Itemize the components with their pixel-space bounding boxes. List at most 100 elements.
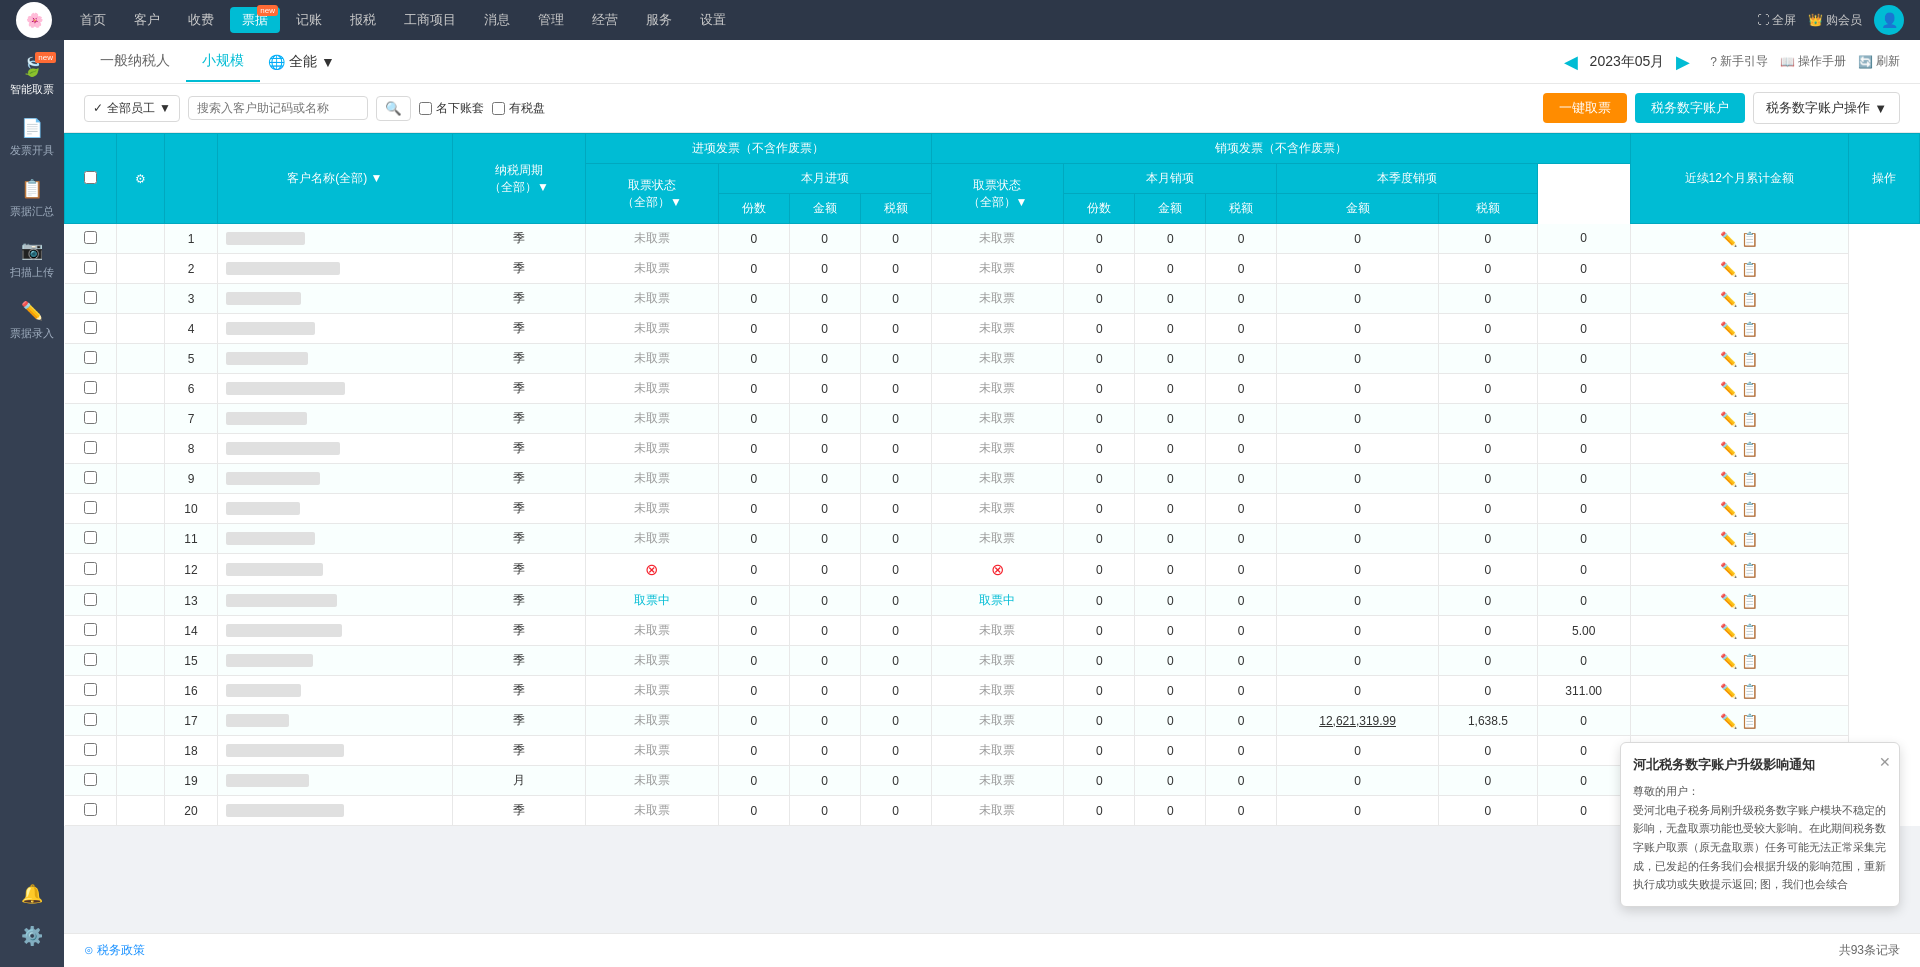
tab-small-scale[interactable]: 小规模 xyxy=(186,42,260,82)
tax-digital-account-button[interactable]: 税务数字账户 xyxy=(1635,93,1745,123)
tab-all[interactable]: 🌐 全能 ▼ xyxy=(260,49,343,75)
row-checkbox[interactable] xyxy=(84,231,97,244)
edit-icon[interactable]: ✏️ xyxy=(1720,531,1737,547)
row-checkbox[interactable] xyxy=(84,471,97,484)
nav-service[interactable]: 服务 xyxy=(634,7,684,33)
copy-icon[interactable]: 📋 xyxy=(1741,593,1758,609)
th-client-name[interactable]: 客户名称(全部) ▼ xyxy=(217,134,452,224)
notification-close-button[interactable]: ✕ xyxy=(1879,751,1891,773)
edit-icon[interactable]: ✏️ xyxy=(1720,381,1737,397)
edit-icon[interactable]: ✏️ xyxy=(1720,411,1737,427)
has-tax-disk-checkbox[interactable] xyxy=(492,102,505,115)
nav-home[interactable]: 首页 xyxy=(68,7,118,33)
period-next-button[interactable]: ▶ xyxy=(1676,51,1690,73)
copy-icon[interactable]: 📋 xyxy=(1741,411,1758,427)
checkbox-has-tax-disk[interactable]: 有税盘 xyxy=(492,100,545,117)
nav-invoice[interactable]: 票据 new xyxy=(230,7,280,33)
sidebar-item-settings[interactable]: ⚙️ xyxy=(4,917,60,955)
edit-icon[interactable]: ✏️ xyxy=(1720,471,1737,487)
copy-icon[interactable]: 📋 xyxy=(1741,531,1758,547)
employee-select[interactable]: ✓ 全部员工 ▼ xyxy=(84,95,180,122)
nav-operation[interactable]: 经营 xyxy=(580,7,630,33)
row-checkbox[interactable] xyxy=(84,803,97,816)
nav-fee[interactable]: 收费 xyxy=(176,7,226,33)
sidebar-item-invoice-summary[interactable]: 📋 票据汇总 xyxy=(4,170,60,227)
tax-digital-account-ops-button[interactable]: 税务数字账户操作 ▼ xyxy=(1753,92,1900,124)
sidebar-item-notification[interactable]: 🔔 xyxy=(4,875,60,913)
row-checkbox[interactable] xyxy=(84,593,97,606)
row-checkbox[interactable] xyxy=(84,381,97,394)
subordinate-accounts-checkbox[interactable] xyxy=(419,102,432,115)
nav-manage[interactable]: 管理 xyxy=(526,7,576,33)
edit-icon[interactable]: ✏️ xyxy=(1720,291,1737,307)
membership-button[interactable]: 👑 购会员 xyxy=(1808,12,1862,29)
row-checkbox[interactable] xyxy=(84,773,97,786)
row-checkbox[interactable] xyxy=(84,562,97,575)
copy-icon[interactable]: 📋 xyxy=(1741,501,1758,517)
nav-message[interactable]: 消息 xyxy=(472,7,522,33)
row-checkbox[interactable] xyxy=(84,623,97,636)
edit-icon[interactable]: ✏️ xyxy=(1720,261,1737,277)
row-checkbox[interactable] xyxy=(84,743,97,756)
row-checkbox[interactable] xyxy=(84,653,97,666)
nav-tax[interactable]: 报税 xyxy=(338,7,388,33)
copy-icon[interactable]: 📋 xyxy=(1741,713,1758,729)
nav-settings[interactable]: 设置 xyxy=(688,7,738,33)
manual-button[interactable]: 📖 操作手册 xyxy=(1780,53,1846,70)
edit-icon[interactable]: ✏️ xyxy=(1720,683,1737,699)
edit-icon[interactable]: ✏️ xyxy=(1720,713,1737,729)
copy-icon[interactable]: 📋 xyxy=(1741,321,1758,337)
copy-icon[interactable]: 📋 xyxy=(1741,562,1758,578)
search-input[interactable] xyxy=(188,96,368,120)
copy-icon[interactable]: 📋 xyxy=(1741,261,1758,277)
edit-icon[interactable]: ✏️ xyxy=(1720,351,1737,367)
copy-icon[interactable]: 📋 xyxy=(1741,623,1758,639)
one-click-ticket-button[interactable]: 一键取票 xyxy=(1543,93,1627,123)
nav-business[interactable]: 工商项目 xyxy=(392,7,468,33)
copy-icon[interactable]: 📋 xyxy=(1741,471,1758,487)
nav-client[interactable]: 客户 xyxy=(122,7,172,33)
sidebar-item-smart-ticket[interactable]: 🍃 智能取票 new xyxy=(4,48,60,105)
search-button[interactable]: 🔍 xyxy=(376,96,411,121)
row-checkbox[interactable] xyxy=(84,441,97,454)
sidebar-item-scan-upload[interactable]: 📷 扫描上传 xyxy=(4,231,60,288)
row-checkbox[interactable] xyxy=(84,291,97,304)
checkbox-subordinate-accounts[interactable]: 名下账套 xyxy=(419,100,484,117)
tab-general-taxpayer[interactable]: 一般纳税人 xyxy=(84,42,186,82)
sidebar-item-invoice-issue[interactable]: 📄 发票开具 xyxy=(4,109,60,166)
fullscreen-button[interactable]: ⛶ 全屏 xyxy=(1757,12,1796,29)
copy-icon[interactable]: 📋 xyxy=(1741,683,1758,699)
row-checkbox[interactable] xyxy=(84,683,97,696)
guide-button[interactable]: ? 新手引导 xyxy=(1710,53,1768,70)
row-checkbox[interactable] xyxy=(84,713,97,726)
edit-icon[interactable]: ✏️ xyxy=(1720,562,1737,578)
edit-icon[interactable]: ✏️ xyxy=(1720,653,1737,669)
edit-icon[interactable]: ✏️ xyxy=(1720,441,1737,457)
row-checkbox[interactable] xyxy=(84,261,97,274)
row-checkbox[interactable] xyxy=(84,351,97,364)
edit-icon[interactable]: ✏️ xyxy=(1720,501,1737,517)
edit-icon[interactable]: ✏️ xyxy=(1720,231,1737,247)
sidebar-item-invoice-entry[interactable]: ✏️ 票据录入 xyxy=(4,292,60,349)
tax-policy-link[interactable]: ⊙ 税务政策 xyxy=(84,942,145,959)
row-checkbox[interactable] xyxy=(84,321,97,334)
refresh-button[interactable]: 🔄 刷新 xyxy=(1858,53,1900,70)
copy-icon[interactable]: 📋 xyxy=(1741,351,1758,367)
edit-icon[interactable]: ✏️ xyxy=(1720,321,1737,337)
select-all-checkbox[interactable] xyxy=(84,171,97,184)
edit-icon[interactable]: ✏️ xyxy=(1720,623,1737,639)
copy-icon[interactable]: 📋 xyxy=(1741,653,1758,669)
copy-icon[interactable]: 📋 xyxy=(1741,291,1758,307)
row-checkbox[interactable] xyxy=(84,501,97,514)
row-checkbox[interactable] xyxy=(84,531,97,544)
edit-icon[interactable]: ✏️ xyxy=(1720,593,1737,609)
th-tax-period[interactable]: 纳税周期（全部）▼ xyxy=(453,134,586,224)
row-checkbox[interactable] xyxy=(84,411,97,424)
copy-icon[interactable]: 📋 xyxy=(1741,441,1758,457)
user-avatar[interactable]: 👤 xyxy=(1874,5,1904,35)
th-out-status[interactable]: 取票状态（全部）▼ xyxy=(931,164,1064,224)
copy-icon[interactable]: 📋 xyxy=(1741,381,1758,397)
th-in-status[interactable]: 取票状态（全部）▼ xyxy=(585,164,718,224)
copy-icon[interactable]: 📋 xyxy=(1741,231,1758,247)
nav-accounting[interactable]: 记账 xyxy=(284,7,334,33)
